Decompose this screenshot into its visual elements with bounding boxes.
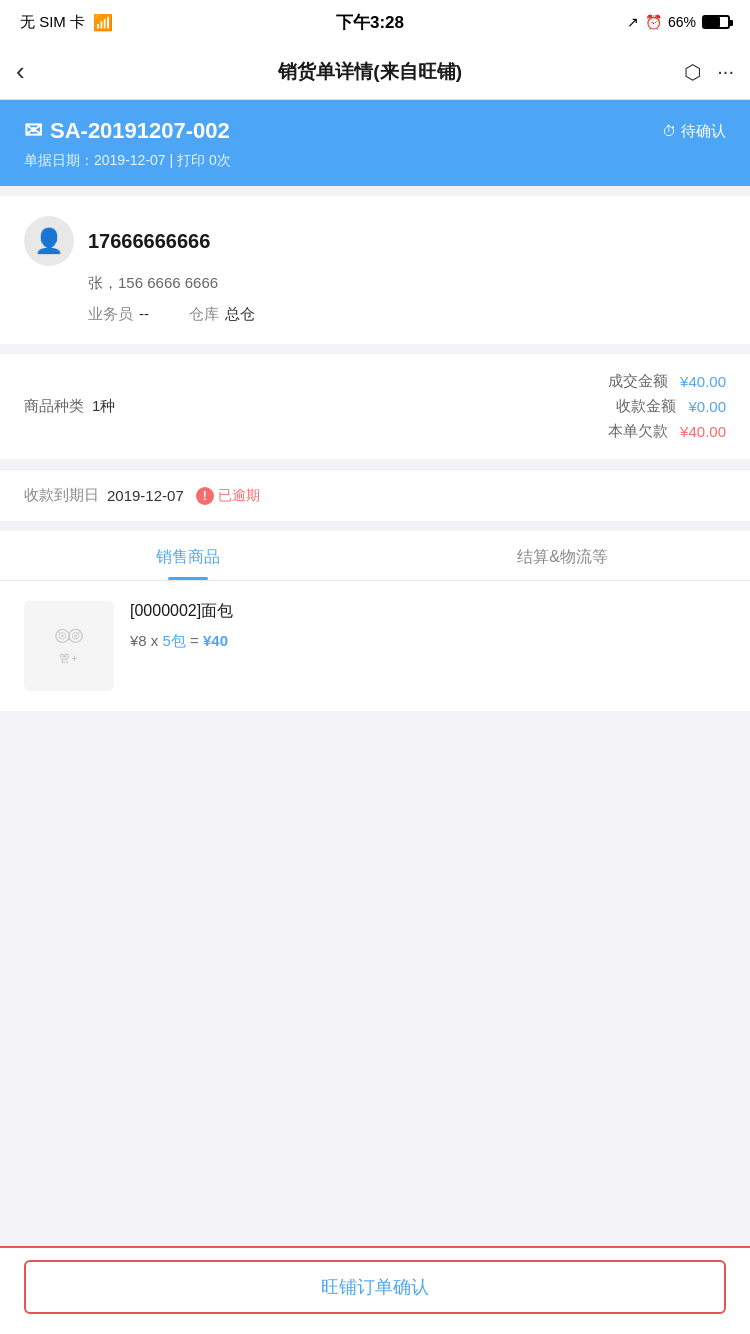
warehouse-detail: 仓库 总仓 <box>189 305 255 324</box>
status-bar-right: ↗ ⏰ 66% <box>627 14 730 30</box>
nav-actions: ⬡ ··· <box>684 60 734 84</box>
owl-logo-svg <box>44 626 94 649</box>
customer-row: 👤 17666666666 <box>24 216 726 266</box>
confirm-btn-container: 旺铺订单确认 <box>0 1246 750 1334</box>
order-separator: | <box>166 152 177 168</box>
order-envelope-icon: ✉ <box>24 118 42 144</box>
bottom-area <box>0 711 750 911</box>
order-status: 待确认 <box>681 122 726 141</box>
customer-details: 业务员 -- 仓库 总仓 <box>88 305 726 324</box>
svg-point-5 <box>74 635 77 638</box>
owed-amount-label: 本单欠款 <box>608 422 668 441</box>
warehouse-value: 总仓 <box>225 305 255 324</box>
product-name: [0000002]面包 <box>130 601 726 622</box>
tabs-section: 销售商品 结算&物流等 <box>0 531 750 581</box>
svg-line-7 <box>58 631 61 633</box>
received-amount-label: 收款金额 <box>616 397 676 416</box>
product-section: 管+ [0000002]面包 ¥8 x 5包 = ¥40 <box>0 581 750 711</box>
order-id: ✉ SA-20191207-002 <box>24 118 230 144</box>
product-price: ¥8 x <box>130 632 163 649</box>
share-button[interactable]: ⬡ <box>684 60 701 84</box>
more-button[interactable]: ··· <box>717 60 734 83</box>
amounts-right: 成交金额 ¥40.00 收款金额 ¥0.00 本单欠款 ¥40.00 <box>608 372 726 441</box>
due-date-value: 2019-12-07 <box>107 487 184 504</box>
alarm-icon: ⏰ <box>645 14 662 30</box>
deal-amount-value: ¥40.00 <box>680 373 726 390</box>
warehouse-label: 仓库 <box>189 305 219 324</box>
salesperson-detail: 业务员 -- <box>88 305 149 324</box>
clock-icon: ⏱ <box>662 123 676 139</box>
tabs-header: 销售商品 结算&物流等 <box>0 531 750 581</box>
status-badge: ⏱ 待确认 <box>662 122 726 141</box>
product-total: ¥40 <box>203 632 228 649</box>
salesperson-label: 业务员 <box>88 305 133 324</box>
amounts-section: 商品种类 1种 成交金额 ¥40.00 收款金额 ¥0.00 本单欠款 ¥40.… <box>0 354 750 459</box>
product-types-label: 商品种类 <box>24 397 84 416</box>
order-header: ✉ SA-20191207-002 ⏱ 待确认 单据日期：2019-12-07 … <box>0 100 750 186</box>
customer-name: 张，156 6666 6666 <box>88 274 726 293</box>
battery-icon <box>702 15 730 29</box>
order-date: 2019-12-07 <box>94 152 166 168</box>
confirm-order-button[interactable]: 旺铺订单确认 <box>24 1260 726 1314</box>
product-types: 商品种类 1种 <box>24 372 588 441</box>
svg-point-4 <box>61 635 64 638</box>
status-bar: 无 SIM 卡 📶 下午3:28 ↗ ⏰ 66% <box>0 0 750 44</box>
order-print-label: 打印 <box>177 152 205 168</box>
order-print-suffix: 次 <box>217 152 231 168</box>
product-item: 管+ [0000002]面包 ¥8 x 5包 = ¥40 <box>24 601 726 691</box>
avatar: 👤 <box>24 216 74 266</box>
back-button[interactable]: ‹ <box>16 56 56 87</box>
amount-row-deal: 成交金额 ¥40.00 <box>608 372 726 391</box>
deal-amount-label: 成交金额 <box>608 372 668 391</box>
battery-percent: 66% <box>668 14 696 30</box>
avatar-icon: 👤 <box>34 227 64 255</box>
customer-section: 👤 17666666666 张，156 6666 6666 业务员 -- 仓库 … <box>0 196 750 344</box>
order-date-label: 单据日期： <box>24 152 94 168</box>
location-icon: ↗ <box>627 14 639 30</box>
nav-bar: ‹ 销货单详情(来自旺铺) ⬡ ··· <box>0 44 750 100</box>
product-calc: ¥8 x 5包 = ¥40 <box>130 632 726 651</box>
salesperson-value: -- <box>139 305 149 324</box>
logo-text-label: 管+ <box>59 651 78 666</box>
customer-phone: 17666666666 <box>88 230 210 253</box>
owed-amount-value: ¥40.00 <box>680 423 726 440</box>
warning-icon: ! <box>196 487 214 505</box>
tab-settlement[interactable]: 结算&物流等 <box>375 531 750 580</box>
product-qty: 5包 <box>163 632 186 649</box>
order-meta: 单据日期：2019-12-07 | 打印 0次 <box>24 152 726 170</box>
product-thumbnail: 管+ <box>24 601 114 691</box>
status-bar-time: 下午3:28 <box>336 11 404 34</box>
order-header-top: ✉ SA-20191207-002 ⏱ 待确认 <box>24 118 726 144</box>
amount-row-received: 收款金额 ¥0.00 <box>616 397 726 416</box>
overdue-text: 已逾期 <box>218 487 260 505</box>
due-date-section: 收款到期日 2019-12-07 ! 已逾期 <box>0 469 750 521</box>
status-bar-left: 无 SIM 卡 📶 <box>20 13 113 32</box>
product-types-value: 1种 <box>92 397 115 416</box>
product-logo: 管+ <box>39 626 99 666</box>
order-print-count: 0 <box>209 152 217 168</box>
amount-row-owed: 本单欠款 ¥40.00 <box>608 422 726 441</box>
svg-line-8 <box>78 631 81 633</box>
product-equals: = <box>186 632 203 649</box>
due-date-label: 收款到期日 <box>24 486 99 505</box>
page-title: 销货单详情(来自旺铺) <box>278 59 462 85</box>
tab-products[interactable]: 销售商品 <box>0 531 375 580</box>
product-info: [0000002]面包 ¥8 x 5包 = ¥40 <box>130 601 726 651</box>
wifi-icon: 📶 <box>93 13 113 32</box>
overdue-badge: ! 已逾期 <box>196 487 260 505</box>
carrier-label: 无 SIM 卡 <box>20 13 85 32</box>
received-amount-value: ¥0.00 <box>688 398 726 415</box>
